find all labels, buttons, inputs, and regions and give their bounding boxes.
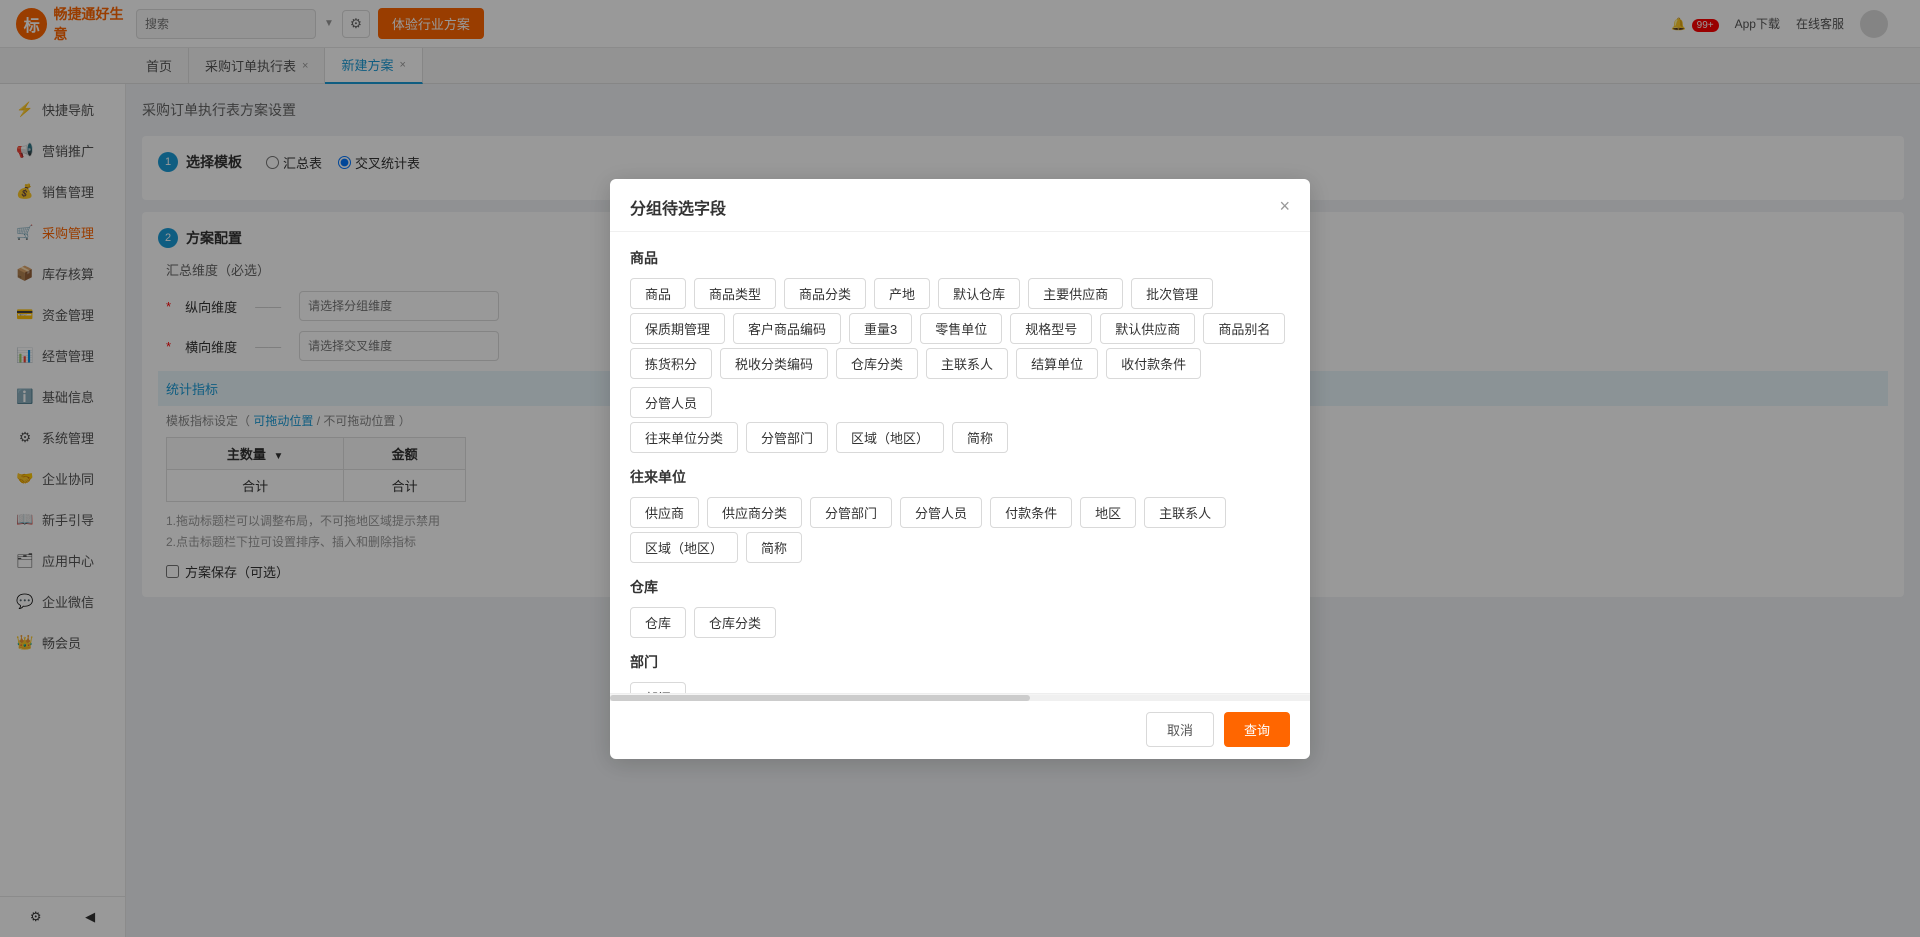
field-tag-product-16[interactable]: 仓库分类 bbox=[836, 348, 918, 379]
field-tag-product-13[interactable]: 商品别名 bbox=[1203, 313, 1285, 344]
field-tag-product-9[interactable]: 重量3 bbox=[849, 313, 912, 344]
field-tag-warehouse-1[interactable]: 仓库分类 bbox=[694, 607, 776, 638]
field-tag-product-15[interactable]: 税收分类编码 bbox=[720, 348, 828, 379]
field-tags-partner-2: 区域（地区） 简称 bbox=[630, 532, 1290, 563]
field-tags-warehouse: 仓库 仓库分类 bbox=[630, 607, 1290, 638]
field-tag-warehouse-0[interactable]: 仓库 bbox=[630, 607, 686, 638]
field-tag-product-2[interactable]: 商品分类 bbox=[784, 278, 866, 309]
modal-header: 分组待选字段 × bbox=[610, 179, 1310, 232]
field-tag-product-23[interactable]: 区域（地区） bbox=[836, 422, 944, 453]
field-tag-product-17[interactable]: 主联系人 bbox=[926, 348, 1008, 379]
modal-footer: 取消 查询 bbox=[610, 699, 1310, 759]
modal-dialog: 分组待选字段 × 商品 商品 商品类型 商品分类 产地 默认仓库 主要供应商 批… bbox=[610, 179, 1310, 759]
section-title-product: 商品 bbox=[630, 248, 1290, 268]
field-tag-partner-5[interactable]: 地区 bbox=[1080, 497, 1136, 528]
modal-close-button[interactable]: × bbox=[1279, 196, 1290, 217]
field-tags-product-3: 拣货积分 税收分类编码 仓库分类 主联系人 结算单位 收付款条件 分管人员 bbox=[630, 348, 1290, 418]
modal-scrollbar-area bbox=[610, 693, 1310, 699]
field-tag-partner-4[interactable]: 付款条件 bbox=[990, 497, 1072, 528]
field-tag-product-20[interactable]: 分管人员 bbox=[630, 387, 712, 418]
field-tag-partner-2[interactable]: 分管部门 bbox=[810, 497, 892, 528]
field-tag-product-1[interactable]: 商品类型 bbox=[694, 278, 776, 309]
field-tags-product: 商品 商品类型 商品分类 产地 默认仓库 主要供应商 批次管理 bbox=[630, 278, 1290, 309]
field-tag-dept-0[interactable]: 部门 bbox=[630, 682, 686, 693]
field-tag-product-14[interactable]: 拣货积分 bbox=[630, 348, 712, 379]
field-tag-product-22[interactable]: 分管部门 bbox=[746, 422, 828, 453]
field-tag-product-21[interactable]: 往来单位分类 bbox=[630, 422, 738, 453]
modal-title: 分组待选字段 bbox=[630, 195, 726, 219]
field-tag-product-4[interactable]: 默认仓库 bbox=[938, 278, 1020, 309]
field-tag-product-7[interactable]: 保质期管理 bbox=[630, 313, 725, 344]
section-title-dept: 部门 bbox=[630, 652, 1290, 672]
field-tag-product-11[interactable]: 规格型号 bbox=[1010, 313, 1092, 344]
section-title-partner: 往来单位 bbox=[630, 467, 1290, 487]
field-tag-product-19[interactable]: 收付款条件 bbox=[1106, 348, 1201, 379]
modal-overlay: 分组待选字段 × 商品 商品 商品类型 商品分类 产地 默认仓库 主要供应商 批… bbox=[0, 0, 1920, 937]
field-tag-partner-0[interactable]: 供应商 bbox=[630, 497, 699, 528]
modal-body: 商品 商品 商品类型 商品分类 产地 默认仓库 主要供应商 批次管理 保质期管理… bbox=[610, 232, 1310, 693]
field-tag-product-18[interactable]: 结算单位 bbox=[1016, 348, 1098, 379]
field-tag-product-12[interactable]: 默认供应商 bbox=[1100, 313, 1195, 344]
field-tag-partner-8[interactable]: 简称 bbox=[746, 532, 802, 563]
field-tag-product-5[interactable]: 主要供应商 bbox=[1028, 278, 1123, 309]
field-tag-partner-3[interactable]: 分管人员 bbox=[900, 497, 982, 528]
field-tags-product-2: 保质期管理 客户商品编码 重量3 零售单位 规格型号 默认供应商 商品别名 bbox=[630, 313, 1290, 344]
section-title-warehouse: 仓库 bbox=[630, 577, 1290, 597]
field-tag-partner-7[interactable]: 区域（地区） bbox=[630, 532, 738, 563]
field-tag-partner-1[interactable]: 供应商分类 bbox=[707, 497, 802, 528]
confirm-button[interactable]: 查询 bbox=[1224, 712, 1290, 747]
field-tag-product-10[interactable]: 零售单位 bbox=[920, 313, 1002, 344]
field-tags-product-4: 往来单位分类 分管部门 区域（地区） 简称 bbox=[630, 422, 1290, 453]
field-tag-product-6[interactable]: 批次管理 bbox=[1131, 278, 1213, 309]
field-tag-product-24[interactable]: 简称 bbox=[952, 422, 1008, 453]
cancel-button[interactable]: 取消 bbox=[1146, 712, 1214, 747]
field-tag-product-8[interactable]: 客户商品编码 bbox=[733, 313, 841, 344]
field-tags-partner: 供应商 供应商分类 分管部门 分管人员 付款条件 地区 主联系人 bbox=[630, 497, 1290, 528]
scrollbar-track bbox=[610, 695, 1310, 701]
field-tag-product-3[interactable]: 产地 bbox=[874, 278, 930, 309]
scrollbar-thumb[interactable] bbox=[610, 695, 1030, 701]
field-tag-partner-6[interactable]: 主联系人 bbox=[1144, 497, 1226, 528]
field-tag-product-0[interactable]: 商品 bbox=[630, 278, 686, 309]
field-tags-dept: 部门 bbox=[630, 682, 1290, 693]
